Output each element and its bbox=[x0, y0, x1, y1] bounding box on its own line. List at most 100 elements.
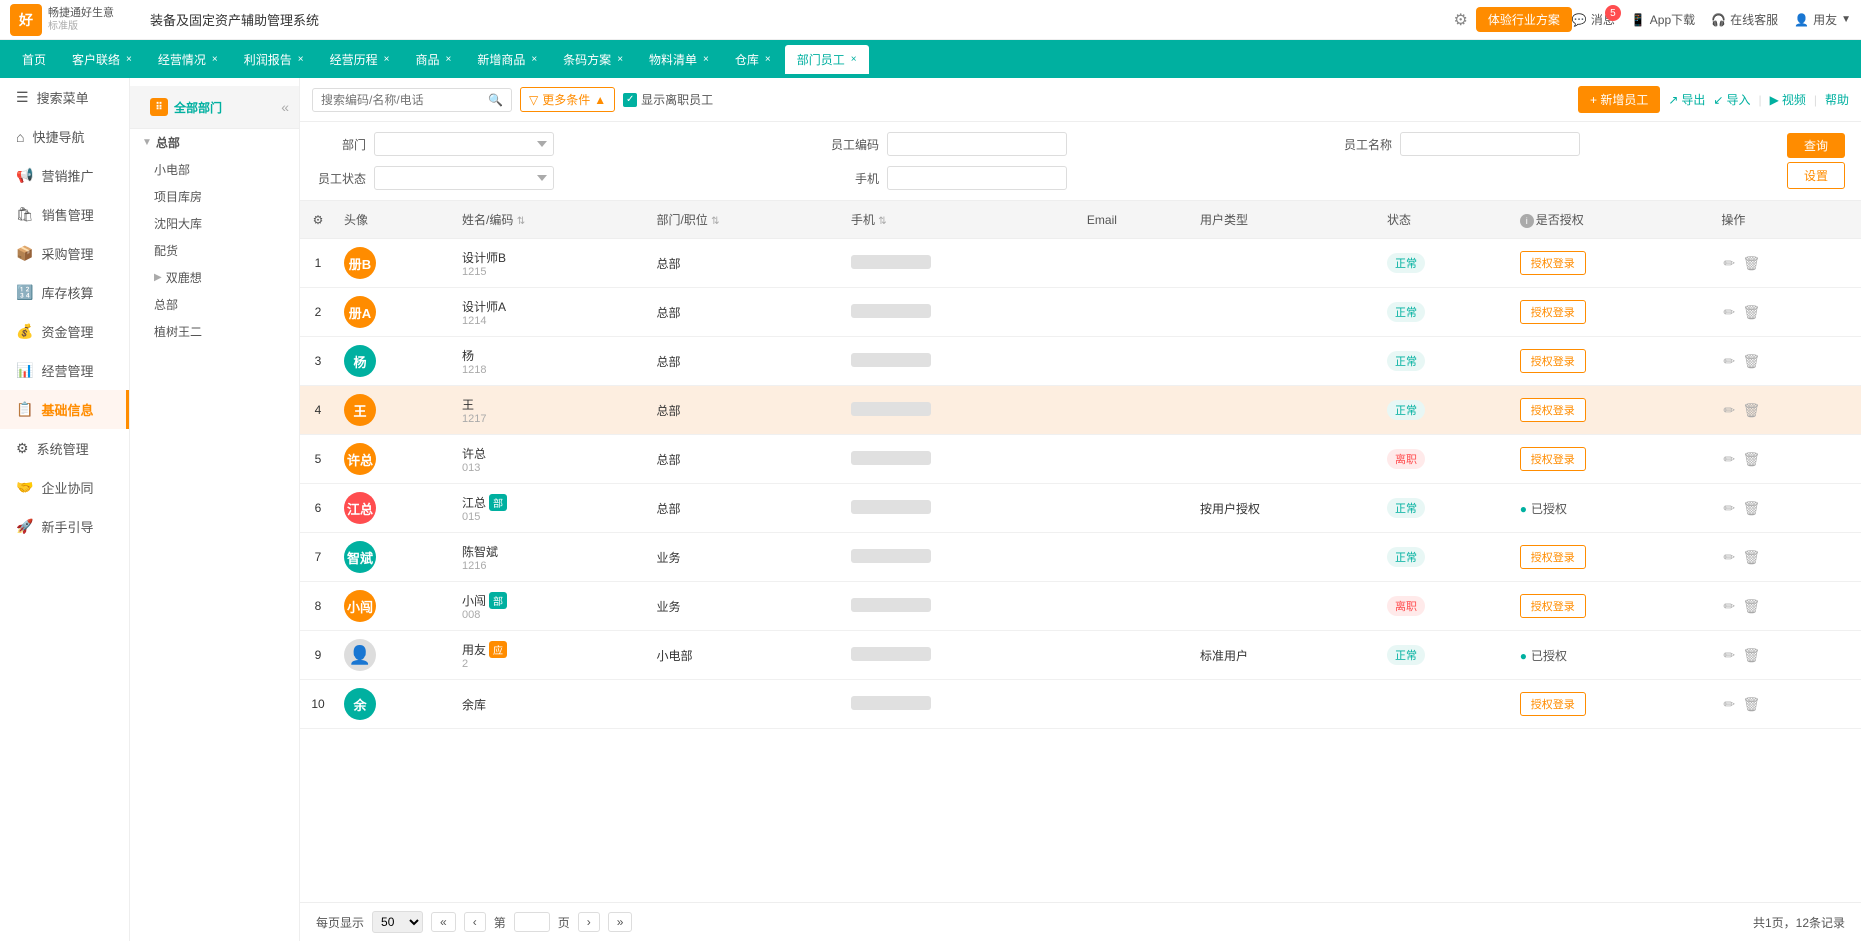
dept-node-hq[interactable]: ▼ 总部 bbox=[130, 129, 299, 156]
sidebar-item-quick-nav[interactable]: ⌂ 快捷导航 bbox=[0, 117, 129, 156]
tab-customer[interactable]: 客户联络 × bbox=[60, 45, 144, 74]
search-input-wrap[interactable]: 🔍 bbox=[312, 88, 512, 112]
tab-barcode[interactable]: 条码方案 × bbox=[551, 45, 635, 74]
auth-button[interactable]: 授权登录 bbox=[1520, 594, 1586, 618]
sidebar-item-inventory[interactable]: 🔢 库存核算 bbox=[0, 273, 129, 312]
add-employee-button[interactable]: + 新增员工 bbox=[1578, 86, 1660, 113]
delete-button[interactable]: 🗑 bbox=[1742, 696, 1760, 712]
page-size-select[interactable]: 50 100 bbox=[372, 911, 423, 933]
sidebar-item-basics[interactable]: 📋 基础信息 bbox=[0, 390, 129, 429]
import-button[interactable]: ↙ 导入 bbox=[1713, 91, 1750, 108]
edit-button[interactable]: ✏ bbox=[1723, 353, 1735, 369]
col-phone[interactable]: 手机 ⇅ bbox=[843, 201, 1079, 239]
dept-node-ph[interactable]: 配货 bbox=[130, 237, 299, 264]
tab-close-icon[interactable]: × bbox=[445, 54, 451, 65]
sidebar-item-finance[interactable]: 💰 资金管理 bbox=[0, 312, 129, 351]
prev-page-btn[interactable]: ‹ bbox=[464, 912, 486, 932]
phone-filter-input[interactable] bbox=[887, 166, 1067, 190]
settings-icon[interactable]: ⚙ bbox=[1454, 10, 1468, 30]
sidebar-item-system[interactable]: ⚙ 系统管理 bbox=[0, 429, 129, 468]
first-page-btn[interactable]: « bbox=[431, 912, 456, 932]
sidebar-item-operations[interactable]: 📊 经营管理 bbox=[0, 351, 129, 390]
tab-close-icon[interactable]: × bbox=[765, 54, 771, 65]
tab-close-icon[interactable]: × bbox=[851, 54, 857, 65]
delete-button[interactable]: 🗑 bbox=[1742, 304, 1760, 320]
online-service-item[interactable]: 🎧 在线客服 bbox=[1711, 11, 1778, 28]
tab-close-icon[interactable]: × bbox=[703, 54, 709, 65]
search-input[interactable] bbox=[321, 93, 484, 107]
edit-button[interactable]: ✏ bbox=[1723, 304, 1735, 320]
edit-button[interactable]: ✏ bbox=[1723, 255, 1735, 271]
edit-button[interactable]: ✏ bbox=[1723, 598, 1735, 614]
tab-close-icon[interactable]: × bbox=[384, 54, 390, 65]
page-number-input[interactable]: 1 bbox=[514, 912, 550, 932]
auth-button[interactable]: 授权登录 bbox=[1520, 692, 1586, 716]
dept-node-slx[interactable]: ▶ 双鹿想 bbox=[130, 264, 299, 291]
dept-node-zswe[interactable]: 植树王二 bbox=[130, 318, 299, 345]
auth-button[interactable]: 授权登录 bbox=[1520, 300, 1586, 324]
tab-warehouse[interactable]: 仓库 × bbox=[723, 45, 783, 74]
tab-close-icon[interactable]: × bbox=[298, 54, 304, 65]
delete-button[interactable]: 🗑 bbox=[1742, 647, 1760, 663]
sidebar-item-marketing[interactable]: 📢 营销推广 bbox=[0, 156, 129, 195]
dept-node-zb[interactable]: 总部 bbox=[130, 291, 299, 318]
edit-button[interactable]: ✏ bbox=[1723, 696, 1735, 712]
delete-button[interactable]: 🗑 bbox=[1742, 353, 1760, 369]
edit-button[interactable]: ✏ bbox=[1723, 451, 1735, 467]
delete-button[interactable]: 🗑 bbox=[1742, 500, 1760, 516]
edit-button[interactable]: ✏ bbox=[1723, 647, 1735, 663]
tab-new-goods[interactable]: 新增商品 × bbox=[465, 45, 549, 74]
delete-button[interactable]: 🗑 bbox=[1742, 549, 1760, 565]
sidebar-item-guide[interactable]: 🚀 新手引导 bbox=[0, 507, 129, 546]
query-button[interactable]: 查询 bbox=[1787, 133, 1845, 158]
delete-button[interactable]: 🗑 bbox=[1742, 255, 1760, 271]
sidebar-item-sales[interactable]: 🛍 销售管理 bbox=[0, 195, 129, 234]
dept-node-xmkf[interactable]: 项目库房 bbox=[130, 183, 299, 210]
next-page-btn[interactable]: › bbox=[578, 912, 600, 932]
app-download-item[interactable]: 📱 App下载 bbox=[1631, 11, 1695, 28]
tab-close-icon[interactable]: × bbox=[617, 54, 623, 65]
dept-tree-collapse-btn[interactable]: « bbox=[281, 99, 289, 115]
show-resign-check[interactable]: ✓ 显示离职员工 bbox=[623, 91, 713, 108]
tab-operation[interactable]: 经营情况 × bbox=[146, 45, 230, 74]
search-icon[interactable]: 🔍 bbox=[488, 93, 503, 107]
trial-button[interactable]: 体验行业方案 bbox=[1476, 7, 1572, 32]
edit-button[interactable]: ✏ bbox=[1723, 402, 1735, 418]
auth-button[interactable]: 授权登录 bbox=[1520, 447, 1586, 471]
sidebar-item-collab[interactable]: 🤝 企业协同 bbox=[0, 468, 129, 507]
auth-button[interactable]: 授权登录 bbox=[1520, 398, 1586, 422]
video-button[interactable]: ▶ 视频 bbox=[1770, 91, 1806, 108]
user-item[interactable]: 👤 用友 ▼ bbox=[1794, 11, 1851, 28]
edit-button[interactable]: ✏ bbox=[1723, 549, 1735, 565]
tab-close-icon[interactable]: × bbox=[126, 54, 132, 65]
status-filter-select[interactable] bbox=[374, 166, 554, 190]
tab-profit[interactable]: 利润报告 × bbox=[232, 45, 316, 74]
tab-bom[interactable]: 物料清单 × bbox=[637, 45, 721, 74]
more-filter-btn[interactable]: ▽ 更多条件 ▲ bbox=[520, 87, 615, 112]
delete-button[interactable]: 🗑 bbox=[1742, 598, 1760, 614]
tab-close-icon[interactable]: × bbox=[212, 54, 218, 65]
tab-goods[interactable]: 商品 × bbox=[403, 45, 463, 74]
dept-node-xdb[interactable]: 小电部 bbox=[130, 156, 299, 183]
code-filter-input[interactable] bbox=[887, 132, 1067, 156]
col-dept[interactable]: 部门/职位 ⇅ bbox=[648, 201, 842, 239]
edit-button[interactable]: ✏ bbox=[1723, 500, 1735, 516]
col-name[interactable]: 姓名/编码 ⇅ bbox=[454, 201, 648, 239]
help-button[interactable]: 帮助 bbox=[1825, 91, 1849, 108]
set-button[interactable]: 设置 bbox=[1787, 162, 1845, 189]
tab-close-icon[interactable]: × bbox=[531, 54, 537, 65]
tab-department-staff[interactable]: 部门员工 × bbox=[785, 45, 869, 74]
dept-filter-select[interactable] bbox=[374, 132, 554, 156]
name-filter-input[interactable] bbox=[1400, 132, 1580, 156]
sidebar-item-purchase[interactable]: 📦 采购管理 bbox=[0, 234, 129, 273]
delete-button[interactable]: 🗑 bbox=[1742, 402, 1760, 418]
auth-button[interactable]: 授权登录 bbox=[1520, 251, 1586, 275]
messages-item[interactable]: 💬 消息 5 bbox=[1572, 11, 1615, 28]
col-settings[interactable]: ⚙ bbox=[300, 201, 336, 239]
delete-button[interactable]: 🗑 bbox=[1742, 451, 1760, 467]
sidebar-item-search-menu[interactable]: ☰ 搜索菜单 bbox=[0, 78, 129, 117]
tab-home[interactable]: 首页 bbox=[10, 45, 58, 74]
dept-node-sydk[interactable]: 沈阳大库 bbox=[130, 210, 299, 237]
dept-all-btn[interactable]: ⠿ 全部部门 bbox=[140, 92, 232, 122]
last-page-btn[interactable]: » bbox=[608, 912, 633, 932]
